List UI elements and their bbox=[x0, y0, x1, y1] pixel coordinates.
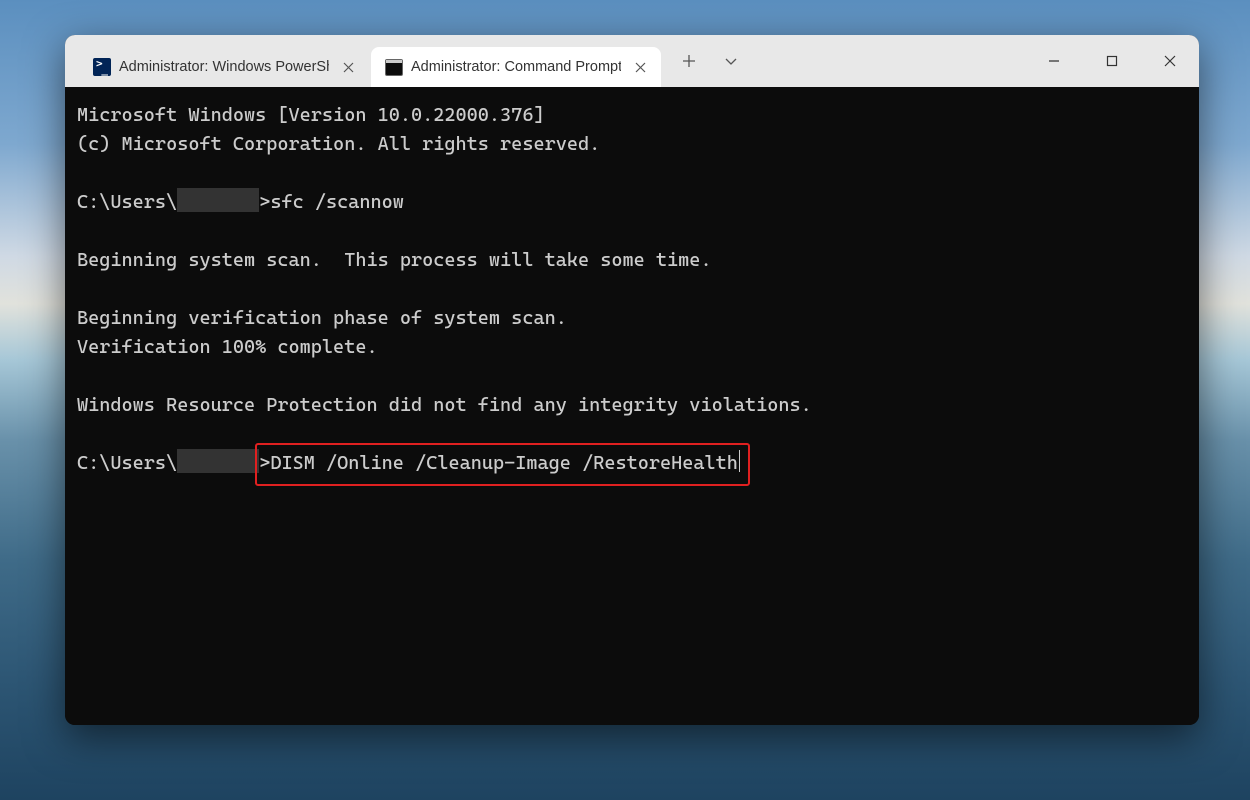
minimize-button[interactable] bbox=[1025, 35, 1083, 87]
close-window-button[interactable] bbox=[1141, 35, 1199, 87]
highlighted-command-box: >DISM /Online /Cleanup-Image /RestoreHea… bbox=[259, 449, 740, 478]
redacted-username bbox=[177, 449, 259, 473]
entered-command: sfc /scannow bbox=[270, 191, 404, 213]
tab-strip: Administrator: Windows PowerShell Admini… bbox=[65, 35, 663, 87]
text-cursor bbox=[739, 450, 741, 472]
tab-dropdown-button[interactable] bbox=[713, 45, 749, 77]
tab-powershell[interactable]: Administrator: Windows PowerShell bbox=[79, 47, 369, 87]
new-tab-button[interactable] bbox=[671, 45, 707, 77]
close-tab-button[interactable] bbox=[629, 56, 651, 78]
window-titlebar: Administrator: Windows PowerShell Admini… bbox=[65, 35, 1199, 87]
output-line: Windows Resource Protection did not find… bbox=[77, 394, 812, 416]
prompt-prefix: C:\Users\ bbox=[77, 452, 177, 474]
terminal-window: Administrator: Windows PowerShell Admini… bbox=[65, 35, 1199, 725]
output-line: Beginning verification phase of system s… bbox=[77, 307, 567, 329]
prompt-suffix: > bbox=[259, 191, 270, 213]
output-line: Beginning system scan. This process will… bbox=[77, 249, 712, 271]
prompt-suffix: > bbox=[259, 452, 270, 474]
tab-actions bbox=[663, 35, 757, 87]
redacted-username bbox=[177, 188, 259, 212]
current-command-input[interactable]: DISM /Online /Cleanup-Image /RestoreHeal… bbox=[270, 452, 738, 474]
banner-line: (c) Microsoft Corporation. All rights re… bbox=[77, 133, 600, 155]
prompt-prefix: C:\Users\ bbox=[77, 191, 177, 213]
terminal-viewport[interactable]: Microsoft Windows [Version 10.0.22000.37… bbox=[65, 87, 1199, 725]
tab-command-prompt[interactable]: Administrator: Command Prompt bbox=[371, 47, 661, 87]
tab-title: Administrator: Windows PowerShell bbox=[119, 59, 329, 75]
window-controls bbox=[1025, 35, 1199, 87]
banner-line: Microsoft Windows [Version 10.0.22000.37… bbox=[77, 104, 545, 126]
cmd-icon bbox=[385, 58, 403, 76]
output-line: Verification 100% complete. bbox=[77, 336, 378, 358]
powershell-icon bbox=[93, 58, 111, 76]
tab-title: Administrator: Command Prompt bbox=[411, 59, 621, 75]
close-tab-button[interactable] bbox=[337, 56, 359, 78]
maximize-button[interactable] bbox=[1083, 35, 1141, 87]
